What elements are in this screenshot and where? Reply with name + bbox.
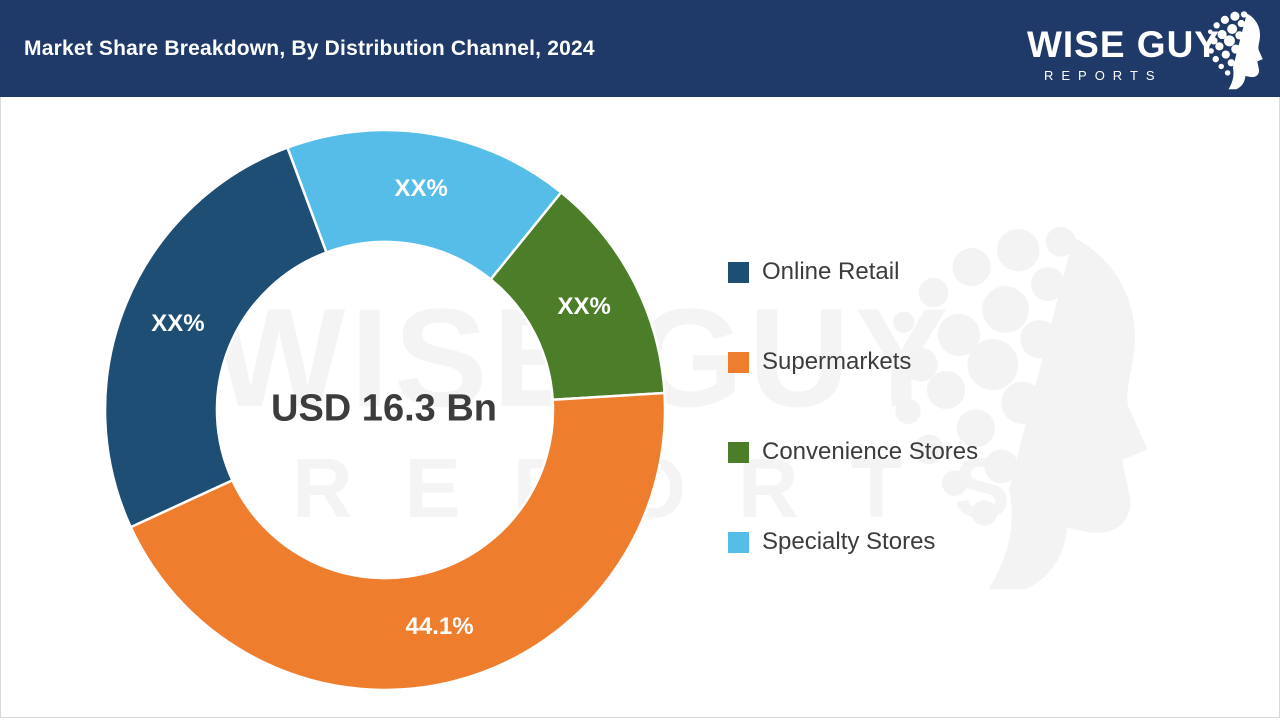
wise-guy-logo-face-icon: [1207, 11, 1263, 90]
legend-label: Online Retail: [762, 258, 900, 285]
chart-legend: Online Retail Supermarkets Convenience S…: [728, 250, 978, 564]
legend-label: Convenience Stores: [762, 438, 979, 465]
slice-value-label-online-retail: XX%: [151, 310, 205, 338]
legend-swatch-online-retail: [728, 261, 749, 283]
slice-value-label-specialty-stores: XX%: [394, 174, 448, 202]
page-title: Market Share Breakdown, By Distribution …: [24, 36, 595, 60]
legend-item-supermarkets: Supermarkets: [728, 340, 978, 384]
legend-label: Specialty Stores: [762, 528, 936, 555]
legend-item-specialty-stores: Specialty Stores: [728, 520, 978, 564]
header-bar: Market Share Breakdown, By Distribution …: [0, 0, 1280, 97]
legend-swatch-supermarkets: [728, 351, 749, 373]
legend-swatch-specialty-stores: [728, 531, 749, 553]
legend-item-convenience-stores: Convenience Stores: [728, 430, 978, 474]
wise-guy-logo-text: WISE GUY REPORTS: [1027, 26, 1220, 83]
donut-segment-online-retail: [103, 146, 328, 529]
legend-item-online-retail: Online Retail: [728, 250, 978, 294]
logo-name-text: WISE GUY: [1026, 24, 1220, 65]
slice-value-label-supermarkets: 44.1%: [405, 613, 474, 641]
donut-chart: [103, 128, 667, 692]
legend-swatch-convenience-stores: [728, 441, 749, 463]
infographic-page: WISE GUY REPORTS Market Share Breakdown,…: [0, 0, 1280, 720]
legend-label: Supermarkets: [762, 348, 912, 375]
logo-subtitle-text: REPORTS: [1043, 68, 1163, 83]
wise-guy-logo: WISE GUY REPORTS: [1027, 8, 1264, 92]
chart-center-value: USD 16.3 Bn: [271, 387, 497, 430]
slice-value-label-convenience-stores: XX%: [557, 293, 611, 321]
